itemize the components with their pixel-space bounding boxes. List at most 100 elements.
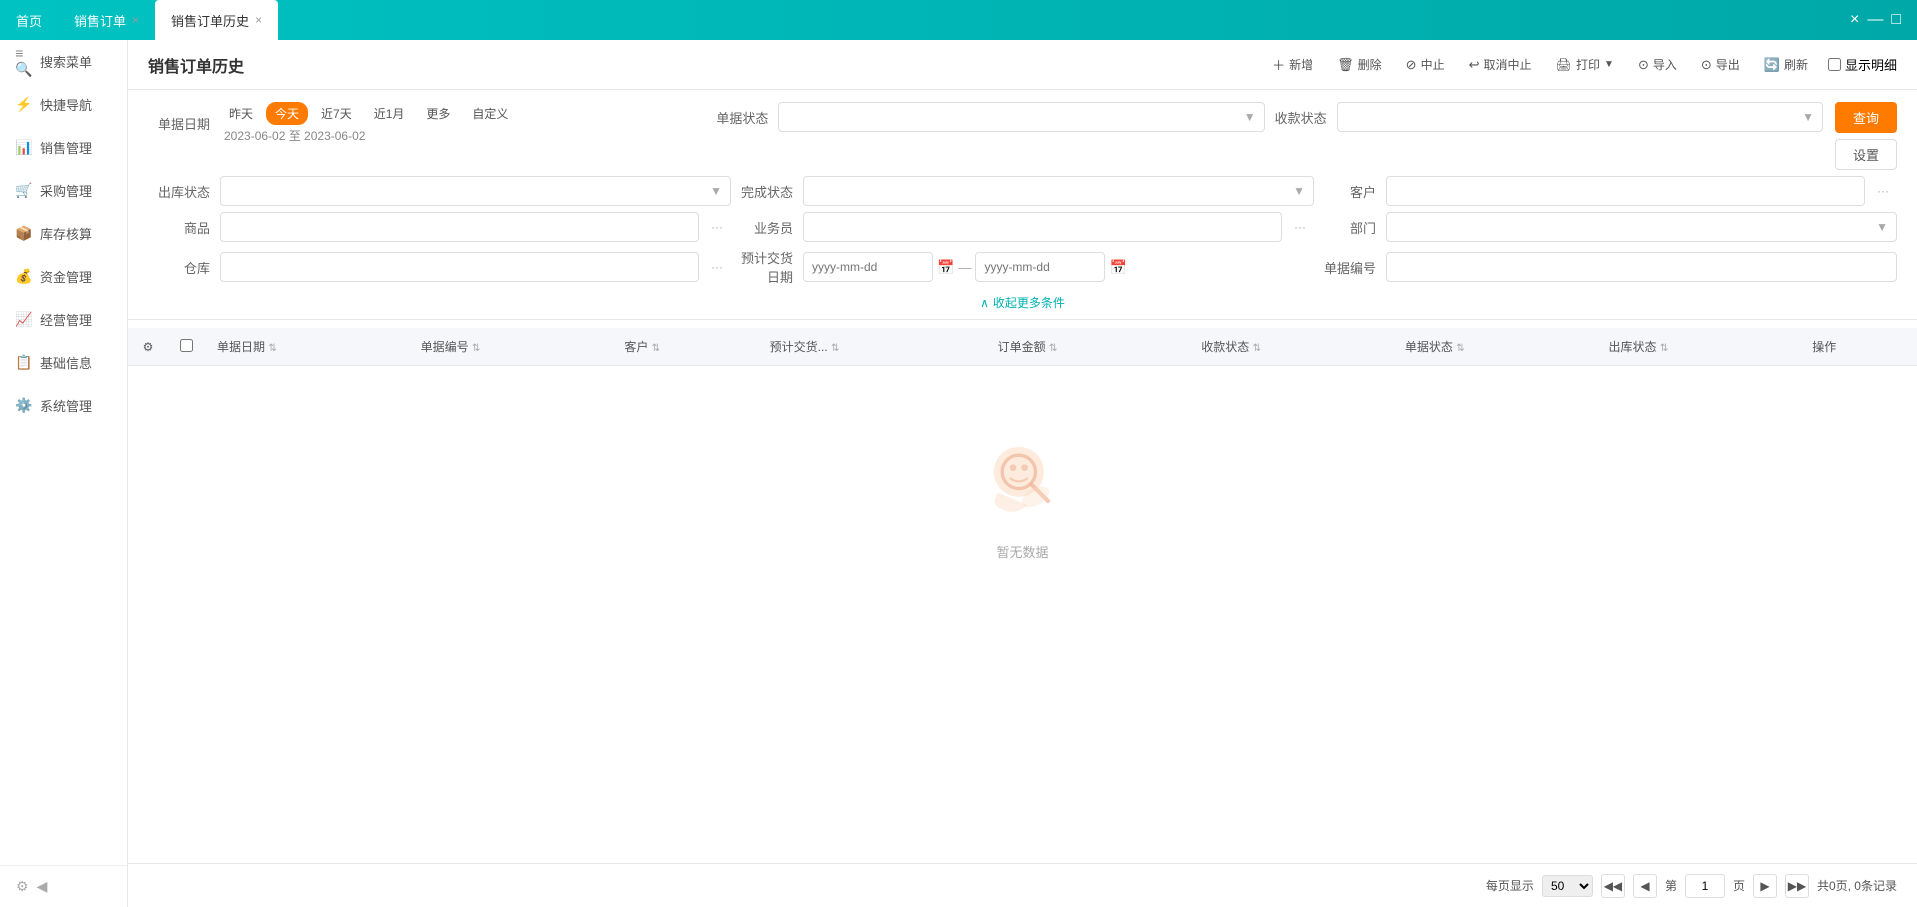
th-check[interactable] bbox=[168, 328, 205, 366]
delivery-from-input[interactable] bbox=[803, 252, 933, 282]
tab-sales-order-label: 销售订单 bbox=[74, 11, 126, 30]
prev-page-button[interactable]: ◀ bbox=[1633, 874, 1657, 898]
complete-status-select[interactable]: ▼ bbox=[803, 176, 1314, 206]
stop-button[interactable]: ⊘ 中止 bbox=[1396, 51, 1455, 78]
product-input[interactable] bbox=[220, 212, 699, 242]
date-tab-custom[interactable]: 自定义 bbox=[463, 102, 517, 125]
stop-btn-label: 中止 bbox=[1421, 56, 1445, 73]
customer-input[interactable] bbox=[1386, 176, 1865, 206]
sales-mgmt-icon: 📊 bbox=[16, 140, 32, 156]
filter-department: 部门 ▼ bbox=[1314, 212, 1897, 242]
th-pay-status-label: 收款状态 bbox=[1201, 340, 1249, 354]
cancel-stop-button[interactable]: ↩ 取消中止 bbox=[1459, 51, 1542, 78]
date-tab-yesterday[interactable]: 昨天 bbox=[220, 102, 262, 125]
th-delivery[interactable]: 预计交货... ⇅ bbox=[758, 328, 986, 366]
out-status-select[interactable]: ▼ bbox=[220, 176, 731, 206]
top-bar-close-icon[interactable]: × bbox=[1850, 11, 1859, 29]
doc-no-input[interactable] bbox=[1386, 252, 1897, 282]
th-amount[interactable]: 订单金额 ⇅ bbox=[986, 328, 1190, 366]
date-range: 2023-06-02 至 2023-06-02 bbox=[224, 127, 365, 144]
cancel-stop-btn-label: 取消中止 bbox=[1483, 56, 1531, 73]
refresh-button[interactable]: 🔄 刷新 bbox=[1754, 51, 1818, 78]
display-toggle-checkbox[interactable] bbox=[1828, 58, 1841, 71]
sidebar-item-finance-mgmt[interactable]: 💰 资金管理 bbox=[0, 255, 127, 298]
content-area: 销售订单历史 ＋ 新增 🗑 删除 ⊘ 中止 bbox=[128, 40, 1917, 907]
delete-button[interactable]: 🗑 删除 bbox=[1327, 51, 1392, 78]
delete-btn-label: 删除 bbox=[1358, 56, 1382, 73]
sidebar-item-basic-info[interactable]: 📋 基础信息 bbox=[0, 341, 127, 384]
query-button[interactable]: 查询 bbox=[1835, 102, 1897, 133]
gear-icon[interactable]: ⚙ bbox=[143, 340, 154, 354]
date-tab-1month[interactable]: 近1月 bbox=[365, 102, 414, 125]
th-out-status-sort-icon: ⇅ bbox=[1660, 343, 1668, 354]
th-pay-status[interactable]: 收款状态 ⇅ bbox=[1189, 328, 1393, 366]
page-unit-label: 页 bbox=[1733, 877, 1745, 894]
top-bar-right: × — □ bbox=[1850, 11, 1917, 29]
sidebar-item-quick-nav[interactable]: ⚡ 快捷导航 bbox=[0, 83, 127, 126]
date-tab-today[interactable]: 今天 bbox=[266, 102, 308, 125]
date-tab-more[interactable]: 更多 bbox=[417, 102, 459, 125]
purchase-mgmt-icon: 🛒 bbox=[16, 183, 32, 199]
sidebar-item-search-menu[interactable]: ≡🔍 搜索菜单 bbox=[0, 40, 127, 83]
tab-sales-order-history-close[interactable]: × bbox=[255, 13, 262, 27]
tab-home[interactable]: 首页 bbox=[0, 0, 58, 40]
sidebar-item-sys-mgmt[interactable]: ⚙️ 系统管理 bbox=[0, 384, 127, 427]
tab-sales-order-history[interactable]: 销售订单历史 × bbox=[155, 0, 278, 40]
pay-status-select[interactable]: ▼ bbox=[1337, 102, 1823, 132]
sidebar-item-purchase-mgmt[interactable]: 🛒 采购管理 bbox=[0, 169, 127, 212]
warehouse-input[interactable] bbox=[220, 252, 699, 282]
next-page-button[interactable]: ▶ bbox=[1753, 874, 1777, 898]
product-ellipsis[interactable]: ··· bbox=[703, 216, 731, 238]
new-button[interactable]: ＋ 新增 bbox=[1262, 50, 1323, 79]
th-no[interactable]: 单据编号 ⇅ bbox=[409, 328, 613, 366]
th-date[interactable]: 单据日期 ⇅ bbox=[205, 328, 409, 366]
last-page-button[interactable]: ▶▶ bbox=[1785, 874, 1809, 898]
th-doc-status-sort-icon: ⇅ bbox=[1456, 343, 1464, 354]
import-button[interactable]: ⊙ 导入 bbox=[1628, 51, 1687, 78]
customer-ellipsis[interactable]: ··· bbox=[1869, 180, 1897, 202]
sidebar-settings-icon[interactable]: ⚙ bbox=[16, 878, 29, 895]
top-bar-minimize-icon[interactable]: — bbox=[1867, 11, 1883, 29]
th-out-status[interactable]: 出库状态 ⇅ bbox=[1597, 328, 1801, 366]
top-bar-maximize-icon[interactable]: □ bbox=[1891, 11, 1901, 29]
sidebar-item-search-menu-label: 搜索菜单 bbox=[40, 52, 92, 71]
print-button[interactable]: 🖨 打印 ▼ bbox=[1546, 51, 1624, 78]
delivery-to-input[interactable] bbox=[975, 252, 1105, 282]
basic-info-icon: 📋 bbox=[16, 355, 32, 371]
collapse-button[interactable]: ∧ 收起更多条件 bbox=[128, 294, 1917, 311]
first-page-button[interactable]: ◀◀ bbox=[1601, 874, 1625, 898]
tab-sales-order-close[interactable]: × bbox=[132, 13, 139, 27]
export-button[interactable]: ⊙ 导出 bbox=[1691, 51, 1750, 78]
sidebar-bottom: ⚙ ◀ bbox=[0, 865, 127, 907]
select-all-checkbox[interactable] bbox=[180, 339, 193, 352]
salesperson-input[interactable] bbox=[803, 212, 1282, 242]
sidebar-item-sales-mgmt[interactable]: 📊 销售管理 bbox=[0, 126, 127, 169]
th-gear[interactable]: ⚙ bbox=[128, 328, 168, 366]
pay-status-arrow: ▼ bbox=[1802, 110, 1814, 124]
top-bar-tabs: 首页 销售订单 × 销售订单历史 × bbox=[0, 0, 1850, 40]
page-size-select[interactable]: 10 20 50 100 bbox=[1542, 875, 1593, 897]
delivery-from-cal-icon[interactable]: 📅 bbox=[937, 259, 954, 276]
salesperson-ellipsis[interactable]: ··· bbox=[1286, 216, 1314, 238]
print-btn-label: 打印 bbox=[1576, 56, 1600, 73]
page-size-label: 每页显示 bbox=[1486, 877, 1534, 894]
tab-sales-order[interactable]: 销售订单 × bbox=[58, 0, 155, 40]
quick-nav-icon: ⚡ bbox=[16, 97, 32, 113]
toolbar: ＋ 新增 🗑 删除 ⊘ 中止 ↩ 取消中止 bbox=[1262, 50, 1897, 79]
display-toggle[interactable]: 显示明细 bbox=[1828, 55, 1897, 74]
th-doc-status[interactable]: 单据状态 ⇅ bbox=[1393, 328, 1597, 366]
sidebar-item-ops-mgmt[interactable]: 📈 经营管理 bbox=[0, 298, 127, 341]
filter-doc-no: 单据编号 bbox=[1314, 248, 1897, 286]
department-select[interactable]: ▼ bbox=[1386, 212, 1897, 242]
sidebar-collapse-icon[interactable]: ◀ bbox=[37, 878, 48, 895]
th-customer[interactable]: 客户 ⇅ bbox=[612, 328, 757, 366]
filter-delivery-date: 预计交货日期 📅 — 📅 bbox=[731, 248, 1314, 286]
settings-button[interactable]: 设置 bbox=[1835, 139, 1897, 170]
sidebar-item-basic-info-label: 基础信息 bbox=[40, 353, 92, 372]
delivery-to-cal-icon[interactable]: 📅 bbox=[1109, 259, 1126, 276]
date-tab-7days[interactable]: 近7天 bbox=[312, 102, 361, 125]
page-input[interactable] bbox=[1685, 874, 1725, 898]
doc-status-select[interactable]: ▼ bbox=[778, 102, 1264, 132]
sidebar-item-inventory-calc[interactable]: 📦 库存核算 bbox=[0, 212, 127, 255]
warehouse-ellipsis[interactable]: ··· bbox=[703, 256, 731, 278]
